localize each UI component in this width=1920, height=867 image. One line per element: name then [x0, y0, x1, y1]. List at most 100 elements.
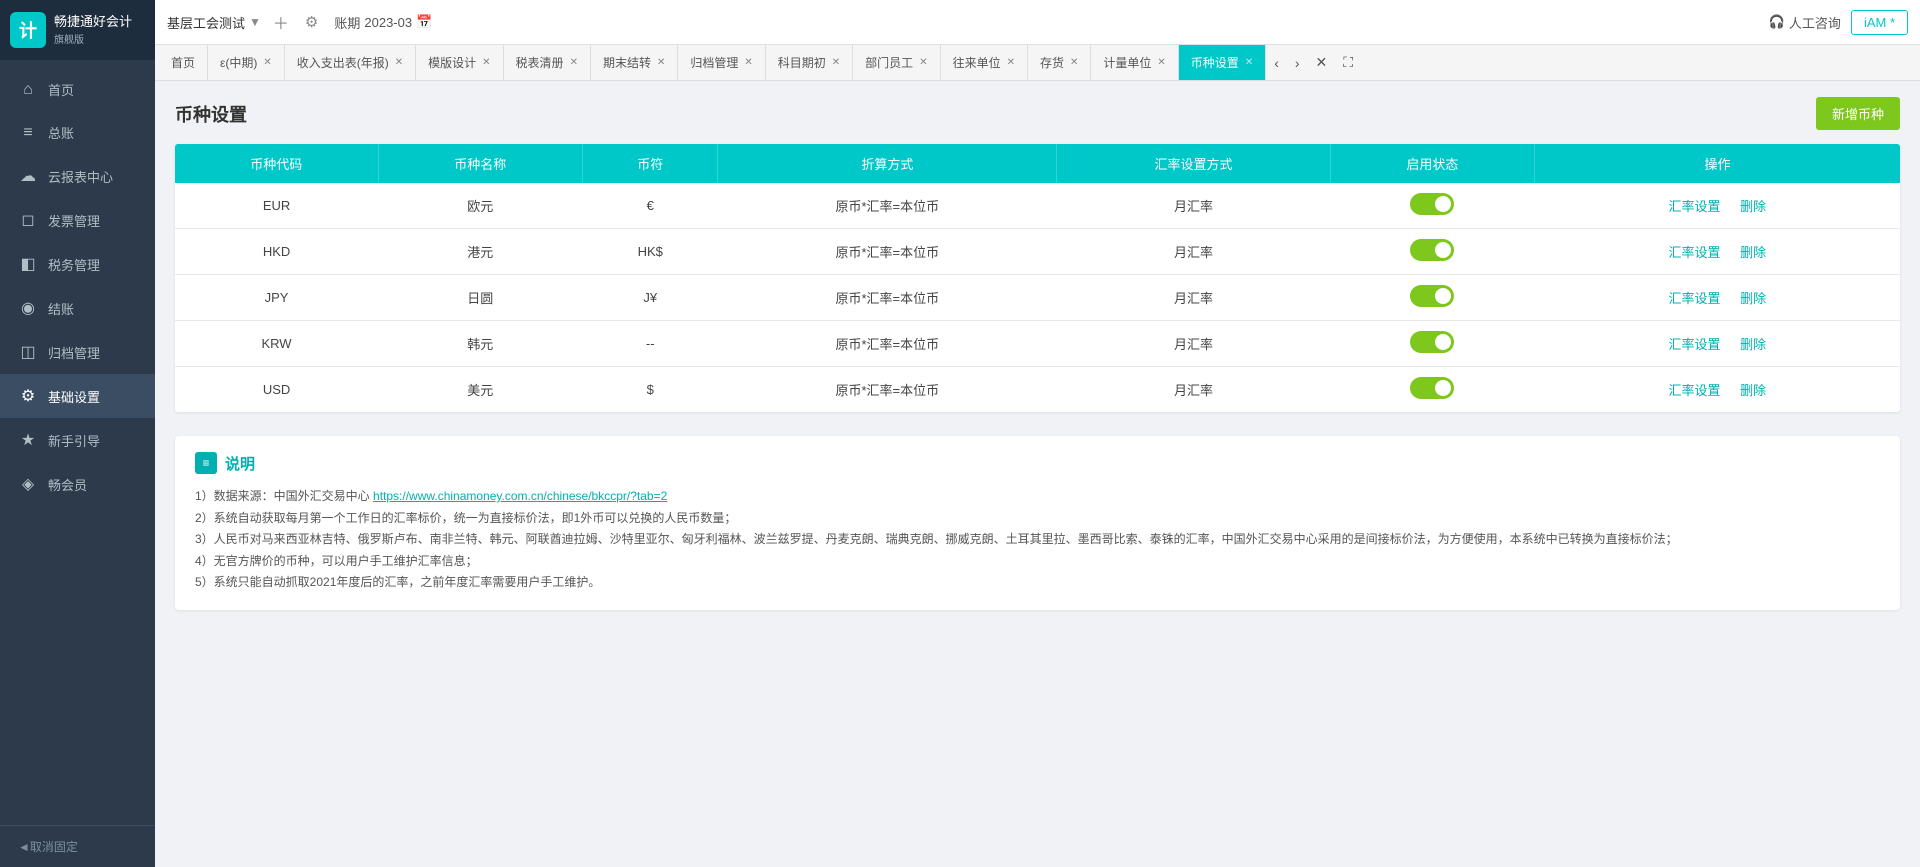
main-area: 基层工会测试 ▼ ＋ ⚙ 账期 2023-03 📅 🎧 人工咨询 iAM * 首… — [155, 0, 1920, 867]
tab-prev-button[interactable]: ‹ — [1266, 45, 1287, 81]
sidebar-item-reports[interactable]: ☁ 云报表中心 — [0, 154, 155, 198]
delete-link-1[interactable]: 删除 — [1740, 245, 1766, 260]
delete-link-2[interactable]: 删除 — [1740, 291, 1766, 306]
tab-period-transfer[interactable]: 期末结转 ✕ — [591, 45, 678, 81]
tab-inventory-close[interactable]: ✕ — [1070, 57, 1078, 68]
col-calc: 折算方式 — [718, 144, 1057, 183]
cell-status-1 — [1330, 229, 1534, 275]
cell-status-4 — [1330, 367, 1534, 413]
headset-icon: 🎧 — [1769, 14, 1785, 30]
cell-action-4: 汇率设置 删除 — [1535, 367, 1900, 413]
sidebar-item-basic[interactable]: ⚙ 基础设置 — [0, 374, 155, 418]
toggle-enabled-2[interactable] — [1410, 285, 1454, 307]
cell-calc-4: 原币*汇率=本位币 — [718, 367, 1057, 413]
tab-home-label: 首页 — [171, 54, 195, 71]
topbar: 基层工会测试 ▼ ＋ ⚙ 账期 2023-03 📅 🎧 人工咨询 iAM * — [155, 0, 1920, 45]
cell-code-0: EUR — [175, 183, 378, 229]
cell-name-0: 欧元 — [378, 183, 582, 229]
tab-period-transfer-close[interactable]: ✕ — [657, 57, 665, 68]
rate-setting-link-3[interactable]: 汇率设置 — [1668, 337, 1720, 352]
tab-template[interactable]: 模版设计 ✕ — [416, 45, 503, 81]
table-row: HKD 港元 HK$ 原币*汇率=本位币 月汇率 汇率设置 删除 — [175, 229, 1900, 275]
tab-next-button[interactable]: › — [1287, 45, 1308, 81]
tax-icon: ◧ — [18, 254, 38, 274]
cell-rate-2: 月汇率 — [1057, 275, 1330, 321]
tab-expand-button[interactable]: ⛶ — [1335, 45, 1361, 81]
tab-dept-close[interactable]: ✕ — [919, 57, 927, 68]
rate-setting-link-0[interactable]: 汇率设置 — [1668, 199, 1720, 214]
app-name: 畅捷通好会计 — [54, 14, 132, 31]
tab-unit-close[interactable]: ✕ — [1157, 57, 1165, 68]
pin-toggle[interactable]: ◄取消固定 — [0, 825, 155, 867]
tab-template-close[interactable]: ✕ — [482, 57, 490, 68]
reports-icon: ☁ — [18, 166, 38, 186]
col-code: 币种代码 — [175, 144, 378, 183]
pin-label: ◄取消固定 — [18, 838, 78, 855]
cell-code-2: JPY — [175, 275, 378, 321]
tab-annual-close[interactable]: ✕ — [395, 57, 403, 68]
tab-annual-report[interactable]: 收入支出表(年报) ✕ — [285, 45, 416, 81]
cell-rate-0: 月汇率 — [1057, 183, 1330, 229]
tab-counterparty-close[interactable]: ✕ — [1007, 57, 1015, 68]
sidebar-label-tax: 税务管理 — [48, 255, 100, 274]
sidebar-item-tax[interactable]: ◧ 税务管理 — [0, 242, 155, 286]
tab-inventory[interactable]: 存货 ✕ — [1028, 45, 1091, 81]
rate-setting-link-4[interactable]: 汇率设置 — [1668, 383, 1720, 398]
delete-link-3[interactable]: 删除 — [1740, 337, 1766, 352]
sidebar-item-home[interactable]: ⌂ 首页 — [0, 68, 155, 111]
note-item-3: 4）无官方牌价的币种，可以用户手工维护汇率信息； — [195, 551, 1880, 573]
cell-calc-1: 原币*汇率=本位币 — [718, 229, 1057, 275]
sidebar-item-closing[interactable]: ◉ 结账 — [0, 286, 155, 330]
period-selector[interactable]: 账期 2023-03 📅 — [334, 13, 432, 32]
cell-code-4: USD — [175, 367, 378, 413]
toggle-enabled-4[interactable] — [1410, 377, 1454, 399]
tab-currency-close[interactable]: ✕ — [1245, 57, 1253, 68]
sidebar-item-invoice[interactable]: ◻ 发票管理 — [0, 198, 155, 242]
cell-action-0: 汇率设置 删除 — [1535, 183, 1900, 229]
company-name[interactable]: 基层工会测试 ▼ — [167, 13, 261, 32]
tab-unit[interactable]: 计量单位 ✕ — [1091, 45, 1178, 81]
toggle-enabled-1[interactable] — [1410, 239, 1454, 261]
tab-archive-mgmt-close[interactable]: ✕ — [744, 57, 752, 68]
add-workspace-button[interactable]: ＋ — [269, 10, 293, 34]
notes-link[interactable]: https://www.chinamoney.com.cn/chinese/bk… — [373, 489, 667, 503]
sidebar-label-reports: 云报表中心 — [48, 167, 113, 186]
tab-currency[interactable]: 币种设置 ✕ — [1179, 45, 1266, 81]
sidebar-item-ledger[interactable]: ≡ 总账 — [0, 111, 155, 154]
cell-name-2: 日圆 — [378, 275, 582, 321]
note-item-2: 3）人民币对马来西亚林吉特、俄罗斯卢布、南非兰特、韩元、阿联酋迪拉姆、沙特里亚尔… — [195, 529, 1880, 551]
tab-close-all-button[interactable]: ✕ — [1308, 45, 1336, 81]
sidebar-item-guide[interactable]: ★ 新手引导 — [0, 418, 155, 462]
account-button[interactable]: iAM * — [1851, 10, 1908, 35]
tab-subject-initial[interactable]: 科目期初 ✕ — [766, 45, 853, 81]
add-currency-button[interactable]: 新增币种 — [1816, 97, 1900, 130]
cell-name-3: 韩元 — [378, 321, 582, 367]
tab-archive-mgmt[interactable]: 归档管理 ✕ — [678, 45, 765, 81]
closing-icon: ◉ — [18, 298, 38, 318]
consult-button[interactable]: 🎧 人工咨询 — [1769, 13, 1841, 32]
home-icon: ⌂ — [18, 81, 38, 99]
sidebar-item-archive[interactable]: ◫ 归档管理 — [0, 330, 155, 374]
cell-code-1: HKD — [175, 229, 378, 275]
tab-tax-table-close[interactable]: ✕ — [570, 57, 578, 68]
tab-counterparty[interactable]: 往来单位 ✕ — [941, 45, 1028, 81]
delete-link-4[interactable]: 删除 — [1740, 383, 1766, 398]
tab-period-transfer-label: 期末结转 — [603, 54, 651, 71]
tab-subject-close[interactable]: ✕ — [832, 57, 840, 68]
tab-template-label: 模版设计 — [428, 54, 476, 71]
delete-link-0[interactable]: 删除 — [1740, 199, 1766, 214]
settings-button[interactable]: ⚙ — [301, 13, 322, 31]
tab-tax-table[interactable]: 税表清册 ✕ — [504, 45, 591, 81]
tab-home[interactable]: 首页 — [159, 45, 208, 81]
rate-setting-link-2[interactable]: 汇率设置 — [1668, 291, 1720, 306]
tab-currency-label: 币种设置 — [1191, 54, 1239, 71]
period-value: 2023-03 — [364, 15, 412, 30]
tab-dept-staff[interactable]: 部门员工 ✕ — [853, 45, 940, 81]
rate-setting-link-1[interactable]: 汇率设置 — [1668, 245, 1720, 260]
toggle-enabled-0[interactable] — [1410, 193, 1454, 215]
sidebar-item-member[interactable]: ◈ 畅会员 — [0, 462, 155, 506]
tab-interim[interactable]: ε(中期) ✕ — [208, 45, 285, 81]
toggle-enabled-3[interactable] — [1410, 331, 1454, 353]
sidebar-label-guide: 新手引导 — [48, 431, 100, 450]
tab-interim-close[interactable]: ✕ — [263, 57, 271, 68]
